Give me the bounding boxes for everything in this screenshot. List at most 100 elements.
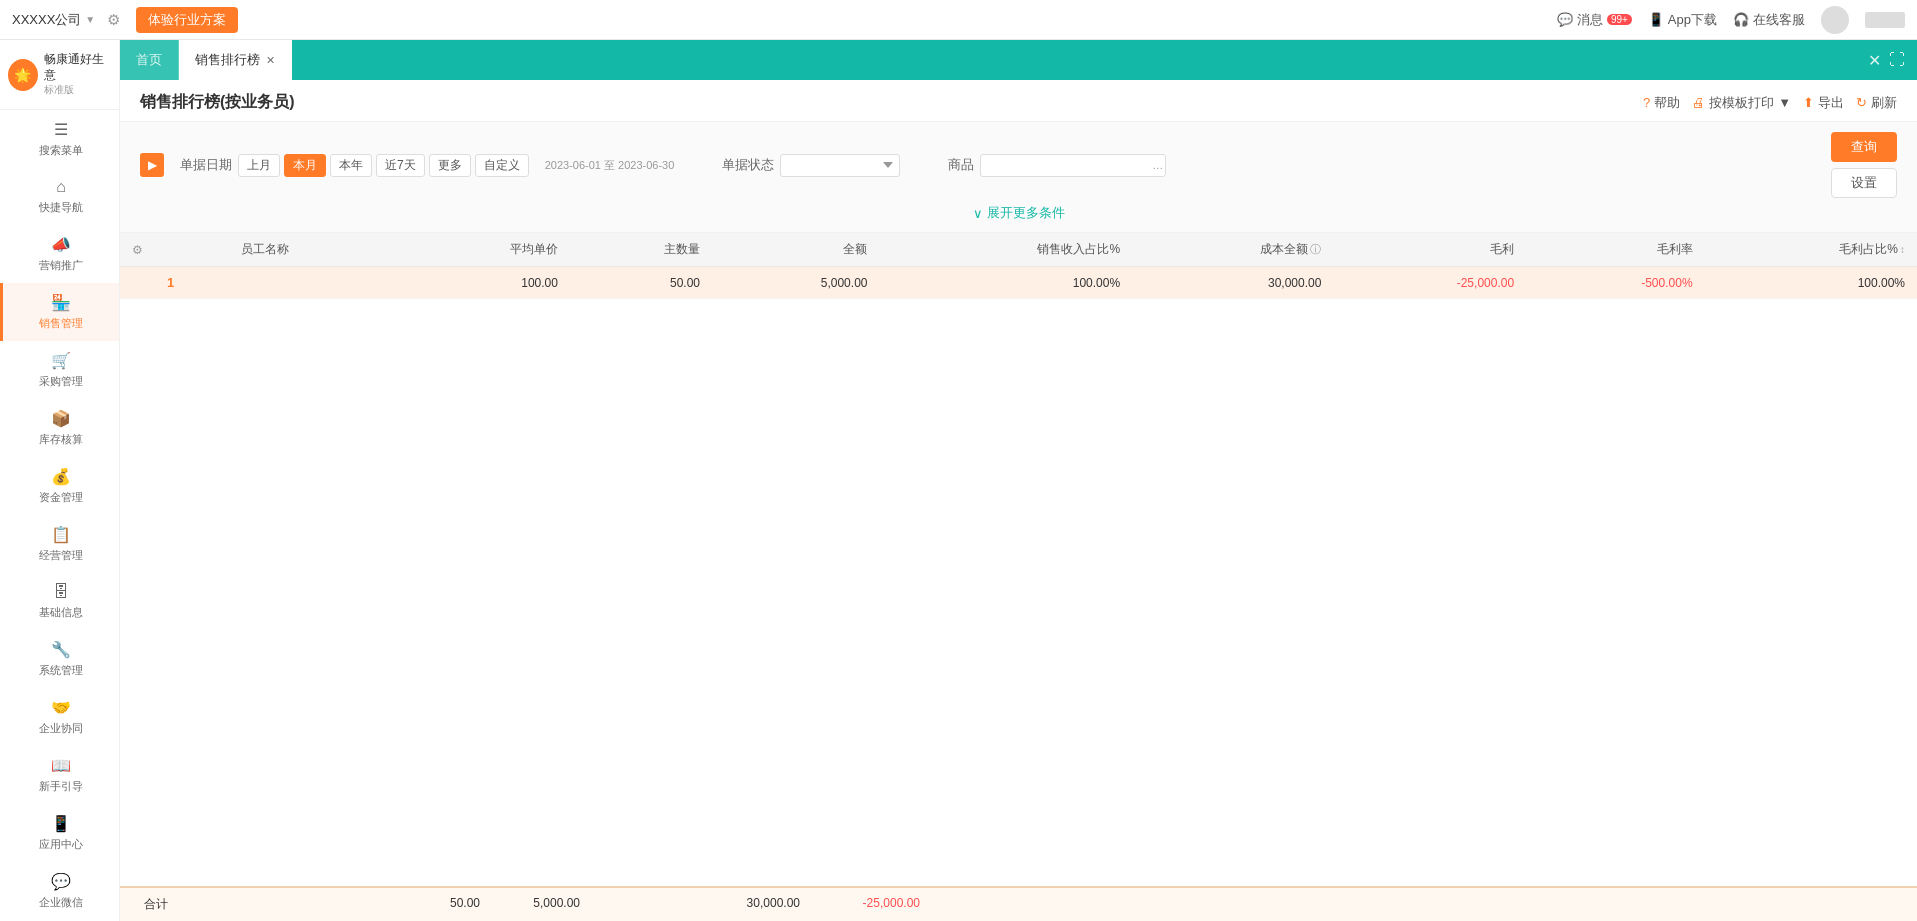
tab-home[interactable]: 首页 [120,40,179,80]
date-filter: 单据日期 上月 本月 本年 近7天 更多 自定义 [180,154,529,177]
filter-toggle-button[interactable]: ▶ [140,153,164,177]
tab-sales-rank-label: 销售排行榜 [195,51,260,69]
footer-sales-ratio [592,896,692,913]
sidebar-item-quick-nav[interactable]: ⌂ 快捷导航 [0,168,119,225]
sidebar-item-enterprise[interactable]: 🤝 企业协同 [0,688,119,746]
query-button[interactable]: 查询 [1831,132,1897,162]
date-btn-7days[interactable]: 近7天 [376,154,425,177]
service-button[interactable]: 🎧 在线客服 [1733,11,1805,29]
sidebar-label-system: 系统管理 [39,663,83,678]
sidebar-item-basic-info[interactable]: 🗄 基础信息 [0,573,119,630]
sidebar-label-wechat: 企业微信 [39,895,83,910]
col-settings[interactable]: ⚙ [120,233,155,267]
page-content: 销售排行榜(按业务员) ? 帮助 🖨 按模板打印 ▼ ⬆ 导出 [120,80,1917,921]
sidebar-label-inventory: 库存核算 [39,432,83,447]
action-buttons: 查询 设置 [1831,132,1897,198]
message-button[interactable]: 💬 消息 99+ [1557,11,1632,29]
guide-icon: 📖 [51,756,71,775]
trial-button[interactable]: 体验行业方案 [136,7,238,33]
avatar[interactable] [1821,6,1849,34]
sidebar-label-marketing: 营销推广 [39,258,83,273]
main-layout: 🌟 畅康通好生意 标准版 ☰ 搜索菜单 ⌂ 快捷导航 📣 营销推广 🏪 销售管理… [0,40,1917,921]
top-bar: XXXXX公司 ▼ ⚙ 体验行业方案 💬 消息 99+ 📱 App下载 🎧 在线… [0,0,1917,40]
col-sales-ratio: 销售收入占比% [879,233,1132,267]
col-name: 员工名称 [229,233,400,267]
date-btn-current-month[interactable]: 本月 [284,154,326,177]
company-selector[interactable]: XXXXX公司 ▼ [12,11,95,29]
sidebar-logo: 🌟 畅康通好生意 标准版 [0,40,119,110]
date-btn-custom[interactable]: 自定义 [475,154,529,177]
print-label: 按模板打印 [1709,94,1774,112]
col-gross: 毛利 [1333,233,1526,267]
inventory-icon: 📦 [51,409,71,428]
gross-ratio-sort-icon[interactable]: ↕ [1900,244,1905,255]
sales-icon: 🏪 [51,293,71,312]
tab-right-actions: ✕ ⛶ [1868,51,1917,70]
purchase-icon: 🛒 [51,351,71,370]
date-btn-more[interactable]: 更多 [429,154,471,177]
col-gross-ratio: 毛利占比%↕ [1705,233,1917,267]
goods-filter: 商品 … [948,154,1163,177]
status-filter-label: 单据状态 [722,156,774,174]
tab-close-window-icon[interactable]: ✕ [1868,51,1881,70]
sidebar-item-search-order[interactable]: ☰ 搜索菜单 [0,110,119,168]
table-footer: 合计 50.00 5,000.00 30,000.00 -25,000.00 [120,886,1917,921]
date-range-text: 2023-06-01 至 2023-06-30 [545,158,675,173]
database-icon: 🗄 [53,583,69,601]
refresh-button[interactable]: ↻ 刷新 [1856,94,1897,112]
goods-more-icon[interactable]: … [1152,159,1163,171]
tab-home-label: 首页 [136,51,162,69]
cost-info-icon[interactable]: ⓘ [1310,243,1321,255]
sidebar-item-apps[interactable]: 📱 应用中心 [0,804,119,862]
system-icon: 🔧 [51,640,71,659]
marketing-icon: 📣 [51,235,71,254]
help-label: 帮助 [1654,94,1680,112]
page-header: 销售排行榜(按业务员) ? 帮助 🖨 按模板打印 ▼ ⬆ 导出 [120,80,1917,122]
col-rank [155,233,229,267]
status-select[interactable] [780,154,900,177]
app-label: App下载 [1668,11,1717,29]
sidebar-item-marketing[interactable]: 📣 营销推广 [0,225,119,283]
table-container: ⚙ 员工名称 平均单价 主数量 全额 销售收入占比% 成本全额ⓘ 毛利 毛利率 [120,233,1917,886]
date-btn-current-year[interactable]: 本年 [330,154,372,177]
expand-more-button[interactable]: ∨ 展开更多条件 [140,204,1897,222]
sidebar-item-guide[interactable]: 📖 新手引导 [0,746,119,804]
app-icon: 📱 [1648,12,1664,27]
help-button[interactable]: ? 帮助 [1643,94,1680,112]
message-icon: 💬 [1557,12,1573,27]
sidebar-item-purchase[interactable]: 🛒 采购管理 [0,341,119,399]
export-button[interactable]: ⬆ 导出 [1803,94,1844,112]
footer-label: 合计 [132,896,412,913]
sidebar-item-wechat[interactable]: 💬 企业微信 [0,862,119,920]
logo-name: 畅康通好生意 [44,52,111,83]
chevron-down-icon: ▼ [85,14,95,25]
gear-icon[interactable]: ⚙ [107,11,120,29]
date-btn-last-month[interactable]: 上月 [238,154,280,177]
chevron-down-expand-icon: ∨ [973,206,983,221]
goods-input[interactable] [980,154,1166,177]
tab-maximize-icon[interactable]: ⛶ [1889,51,1905,69]
print-button[interactable]: 🖨 按模板打印 ▼ [1692,94,1791,112]
sidebar-item-system[interactable]: 🔧 系统管理 [0,630,119,688]
sidebar-label-basic-info: 基础信息 [39,605,83,620]
sidebar: 🌟 畅康通好生意 标准版 ☰ 搜索菜单 ⌂ 快捷导航 📣 营销推广 🏪 销售管理… [0,40,120,921]
sidebar-label-finance: 资金管理 [39,490,83,505]
refresh-label: 刷新 [1871,94,1897,112]
tab-sales-rank[interactable]: 销售排行榜 ✕ [179,40,292,80]
header-actions: ? 帮助 🖨 按模板打印 ▼ ⬆ 导出 ↻ 刷新 [1643,94,1897,112]
row-gross: -25,000.00 [1333,267,1526,299]
settings-button[interactable]: 设置 [1831,168,1897,198]
col-qty: 主数量 [570,233,712,267]
row-gross-ratio: 100.00% [1705,267,1917,299]
print-dropdown-icon: ▼ [1778,95,1791,110]
sidebar-item-inventory[interactable]: 📦 库存核算 [0,399,119,457]
row-qty: 50.00 [570,267,712,299]
app-download-button[interactable]: 📱 App下载 [1648,11,1717,29]
sidebar-label-guide: 新手引导 [39,779,83,794]
sidebar-item-operations[interactable]: 📋 经营管理 [0,515,119,573]
company-name: XXXXX公司 [12,11,81,29]
tab-close-icon[interactable]: ✕ [266,54,275,67]
sidebar-item-sales[interactable]: 🏪 销售管理 [0,283,119,341]
export-label: 导出 [1818,94,1844,112]
sidebar-item-finance[interactable]: 💰 资金管理 [0,457,119,515]
